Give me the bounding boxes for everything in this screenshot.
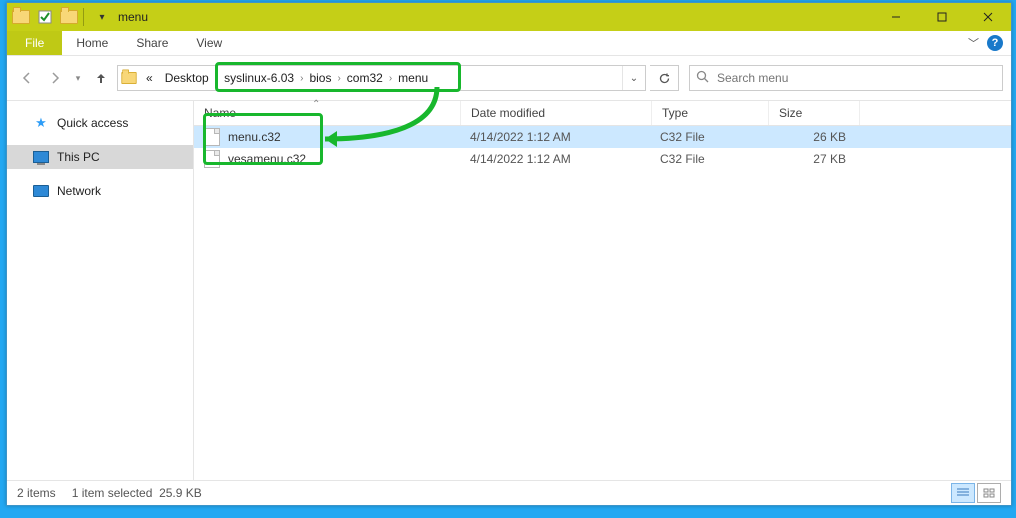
- tab-home[interactable]: Home: [62, 31, 122, 55]
- file-row[interactable]: menu.c32 4/14/2022 1:12 AMC32 File26 KB: [194, 126, 1011, 148]
- titlebar: ▾ menu: [7, 3, 1011, 31]
- address-dropdown[interactable]: ⌄: [622, 66, 645, 90]
- sidebar-item-label: Quick access: [57, 116, 128, 130]
- column-name[interactable]: Name: [194, 101, 461, 125]
- tab-share[interactable]: Share: [122, 31, 182, 55]
- sort-indicator-icon: ⌃: [312, 99, 320, 110]
- qat-customize-icon[interactable]: ▾: [92, 7, 112, 27]
- breadcrumb-menu[interactable]: menu: [392, 66, 434, 90]
- tab-view[interactable]: View: [182, 31, 236, 55]
- search-box[interactable]: [689, 65, 1003, 91]
- sidebar-item-network[interactable]: Network: [7, 179, 193, 203]
- folder-icon: [11, 7, 31, 27]
- search-icon: [696, 70, 709, 86]
- column-size[interactable]: Size: [769, 101, 860, 125]
- file-row[interactable]: vesamenu.c32 4/14/2022 1:12 AMC32 File27 …: [194, 148, 1011, 170]
- column-date[interactable]: Date modified: [461, 101, 652, 125]
- breadcrumb-syslinux-6-03[interactable]: syslinux-6.03: [218, 66, 300, 90]
- forward-button[interactable]: [43, 66, 67, 90]
- sidebar-item-quick-access[interactable]: ★ Quick access: [7, 111, 193, 135]
- ribbon-expand-icon[interactable]: ﹀: [968, 35, 979, 51]
- titlebar-left: ▾ menu: [7, 3, 148, 31]
- file-date: 4/14/2022 1:12 AM: [460, 130, 650, 144]
- window-title: menu: [118, 10, 148, 24]
- qat-properties-icon[interactable]: [35, 7, 55, 27]
- breadcrumb-bios[interactable]: bios: [303, 66, 337, 90]
- file-name: menu.c32: [228, 130, 281, 144]
- navigation-pane: ★ Quick access This PC Network: [7, 101, 194, 480]
- close-button[interactable]: [965, 3, 1011, 31]
- file-type: C32 File: [650, 130, 766, 144]
- address-folder-icon: [118, 71, 140, 85]
- sidebar-item-this-pc[interactable]: This PC: [7, 145, 193, 169]
- monitor-icon: [33, 149, 49, 165]
- sidebar-item-label: Network: [57, 184, 101, 198]
- refresh-button[interactable]: [650, 65, 679, 91]
- breadcrumb-overflow[interactable]: «: [140, 66, 159, 90]
- large-icons-view-button[interactable]: [977, 483, 1001, 503]
- details-view-button[interactable]: [951, 483, 975, 503]
- file-icon: [204, 150, 220, 168]
- up-button[interactable]: [89, 66, 113, 90]
- network-icon: [33, 183, 49, 199]
- status-bar: 2 items 1 item selected 25.9 KB: [7, 480, 1011, 505]
- file-size: 27 KB: [766, 152, 856, 166]
- status-selection: 1 item selected 25.9 KB: [72, 486, 202, 500]
- status-item-count: 2 items: [17, 486, 56, 500]
- search-input[interactable]: [715, 70, 996, 86]
- qat-newfolder-icon[interactable]: [59, 7, 79, 27]
- sidebar-item-label: This PC: [57, 150, 100, 164]
- column-headers: ⌃ Name Date modified Type Size: [194, 101, 1011, 126]
- file-tab[interactable]: File: [7, 31, 62, 55]
- maximize-button[interactable]: [919, 3, 965, 31]
- file-icon: [204, 128, 220, 146]
- file-size: 26 KB: [766, 130, 856, 144]
- breadcrumb-desktop[interactable]: Desktop: [159, 66, 215, 90]
- ribbon-tabs: File Home Share View ﹀ ?: [7, 31, 1011, 56]
- qat-separator: [83, 8, 84, 26]
- back-button[interactable]: [15, 66, 39, 90]
- file-type: C32 File: [650, 152, 766, 166]
- minimize-button[interactable]: [873, 3, 919, 31]
- recent-locations-button[interactable]: ▾: [71, 66, 85, 90]
- breadcrumb-com32[interactable]: com32: [341, 66, 389, 90]
- file-name: vesamenu.c32: [228, 152, 306, 166]
- star-icon: ★: [33, 115, 49, 131]
- file-list-pane: ⌃ Name Date modified Type Size menu.c32 4…: [194, 101, 1011, 480]
- file-date: 4/14/2022 1:12 AM: [460, 152, 650, 166]
- help-icon[interactable]: ?: [987, 35, 1003, 51]
- navigation-bar: ▾ « Desktop›syslinux-6.03›bios›com32›men…: [7, 56, 1011, 101]
- column-type[interactable]: Type: [652, 101, 769, 125]
- address-bar[interactable]: « Desktop›syslinux-6.03›bios›com32›menu …: [117, 65, 646, 91]
- file-explorer-window: ▾ menu File Home Share View ﹀ ?: [6, 2, 1012, 506]
